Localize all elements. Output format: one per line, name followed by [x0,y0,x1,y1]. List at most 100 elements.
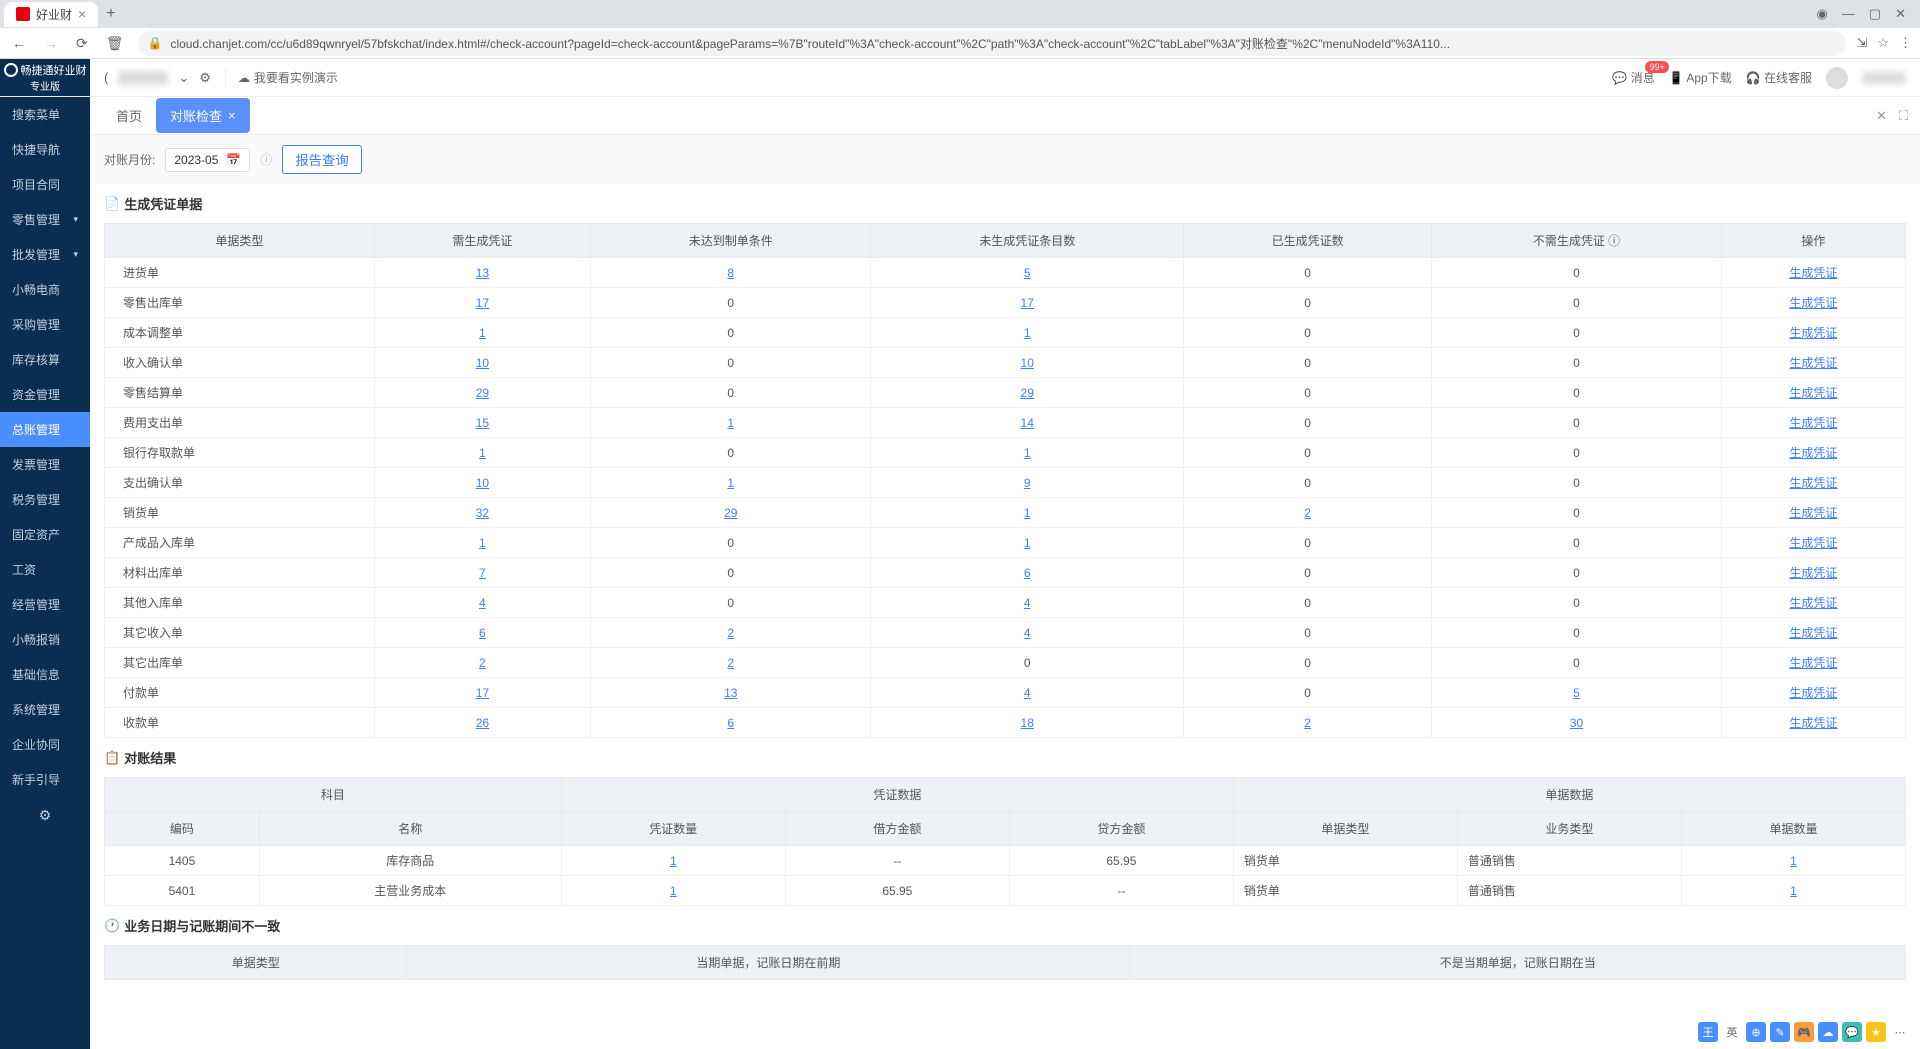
fullscreen-icon[interactable]: ⛶ [1899,108,1908,124]
service-link[interactable]: 🎧 在线客服 [1746,69,1812,86]
count-link[interactable]: 6 [1024,566,1031,580]
count-link[interactable]: 1 [1024,536,1031,550]
count-link[interactable]: 2 [479,656,486,670]
count-link[interactable]: 5 [1573,686,1580,700]
sidebar-item[interactable]: 企业协同 [0,727,90,762]
avatar[interactable] [1826,67,1848,89]
generate-voucher-link[interactable]: 生成凭证 [1789,656,1837,670]
count-link[interactable]: 17 [476,296,489,310]
dock-cloud-icon[interactable]: ☁ [1818,1022,1838,1042]
generate-voucher-link[interactable]: 生成凭证 [1789,446,1837,460]
dock-edit-icon[interactable]: ✎ [1770,1022,1790,1042]
dock-chat-icon[interactable]: 💬 [1842,1022,1862,1042]
generate-voucher-link[interactable]: 生成凭证 [1789,326,1837,340]
generate-voucher-link[interactable]: 生成凭证 [1789,416,1837,430]
sidebar-item[interactable]: 税务管理 [0,482,90,517]
query-button[interactable]: 报告查询 [282,145,361,174]
generate-voucher-link[interactable]: 生成凭证 [1789,386,1837,400]
generate-voucher-link[interactable]: 生成凭证 [1789,626,1837,640]
count-link[interactable]: 4 [1024,626,1031,640]
dock-user-icon[interactable]: ★ [1866,1022,1886,1042]
count-link[interactable]: 9 [1024,476,1031,490]
count-link[interactable]: 1 [1790,854,1797,868]
count-link[interactable]: 30 [1570,716,1583,730]
back-icon[interactable]: ← [8,33,30,53]
sidebar-settings-icon[interactable]: ⚙ [0,797,90,834]
count-link[interactable]: 1 [1790,884,1797,898]
sidebar-item[interactable]: 固定资产 [0,517,90,552]
menu-icon[interactable]: ⋮ [1899,35,1912,51]
browser-tab[interactable]: 好业财 × [4,2,98,27]
count-link[interactable]: 4 [1024,686,1031,700]
tab-home[interactable]: 首页 [102,98,156,133]
close-tabs-icon[interactable]: ✕ [1876,108,1887,124]
count-link[interactable]: 15 [476,416,489,430]
star-icon[interactable]: ☆ [1877,35,1889,51]
close-window-icon[interactable]: ✕ [1895,6,1906,22]
count-link[interactable]: 4 [1024,596,1031,610]
generate-voucher-link[interactable]: 生成凭证 [1789,566,1837,580]
count-link[interactable]: 1 [1024,326,1031,340]
count-link[interactable]: 32 [476,506,489,520]
sidebar-item[interactable]: 新手引导 [0,762,90,797]
count-link[interactable]: 10 [1021,356,1034,370]
sidebar-item[interactable]: 快捷导航 [0,132,90,167]
count-link[interactable]: 2 [1304,716,1311,730]
minimize-icon[interactable]: — [1842,6,1855,22]
install-icon[interactable]: ⇲ [1856,35,1867,51]
count-link[interactable]: 1 [727,476,734,490]
org-selector[interactable]: ( ⌄ ⚙ [90,70,225,86]
count-link[interactable]: 1 [479,536,486,550]
generate-voucher-link[interactable]: 生成凭证 [1789,716,1837,730]
count-link[interactable]: 6 [727,716,734,730]
delete-icon[interactable]: 🗑 [102,33,128,54]
generate-voucher-link[interactable]: 生成凭证 [1789,296,1837,310]
count-link[interactable]: 2 [1304,506,1311,520]
count-link[interactable]: 13 [724,686,737,700]
messages-link[interactable]: 💬 消息 99+ [1612,69,1654,86]
count-link[interactable]: 1 [1024,506,1031,520]
sidebar-item[interactable]: 基础信息 [0,657,90,692]
dock-input-icon[interactable]: 王 [1698,1022,1718,1042]
count-link[interactable]: 1 [479,446,486,460]
sidebar-item[interactable]: 采购管理 [0,307,90,342]
count-link[interactable]: 1 [727,416,734,430]
generate-voucher-link[interactable]: 生成凭证 [1789,506,1837,520]
generate-voucher-link[interactable]: 生成凭证 [1789,686,1837,700]
count-link[interactable]: 29 [724,506,737,520]
count-link[interactable]: 29 [476,386,489,400]
generate-voucher-link[interactable]: 生成凭证 [1789,596,1837,610]
count-link[interactable]: 17 [476,686,489,700]
date-input[interactable]: 2023-05 📅 [165,148,250,172]
gear-icon[interactable]: ⚙ [199,70,211,86]
count-link[interactable]: 5 [1024,266,1031,280]
tab-close-icon[interactable]: × [78,6,86,22]
sidebar-item[interactable]: 工资 [0,552,90,587]
help-icon[interactable]: ⓘ [260,151,272,168]
count-link[interactable]: 1 [670,854,677,868]
count-link[interactable]: 10 [476,476,489,490]
sidebar-item[interactable]: 小畅电商 [0,272,90,307]
count-link[interactable]: 1 [1024,446,1031,460]
demo-link[interactable]: ☁ 我要看实例演示 [226,69,350,86]
count-link[interactable]: 2 [727,626,734,640]
sidebar-item[interactable]: 系统管理 [0,692,90,727]
count-link[interactable]: 7 [479,566,486,580]
count-link[interactable]: 8 [727,266,734,280]
sidebar-item[interactable]: 批发管理▾ [0,237,90,272]
maximize-icon[interactable]: ▢ [1869,6,1881,22]
dock-game-icon[interactable]: 🎮 [1794,1022,1814,1042]
count-link[interactable]: 17 [1021,296,1034,310]
app-download-link[interactable]: 📱 App下载 [1669,69,1732,86]
dock-calendar-icon[interactable]: ⊕ [1746,1022,1766,1042]
count-link[interactable]: 6 [479,626,486,640]
count-link[interactable]: 26 [476,716,489,730]
sidebar-item[interactable]: 库存核算 [0,342,90,377]
url-input[interactable]: 🔒 cloud.chanjet.com/cc/u6d89qwnryel/57bf… [138,31,1847,56]
count-link[interactable]: 1 [479,326,486,340]
sidebar-item[interactable]: 发票管理 [0,447,90,482]
close-icon[interactable]: × [228,108,236,123]
sidebar-item[interactable]: 经营管理 [0,587,90,622]
sidebar-item[interactable]: 项目合同 [0,167,90,202]
generate-voucher-link[interactable]: 生成凭证 [1789,476,1837,490]
